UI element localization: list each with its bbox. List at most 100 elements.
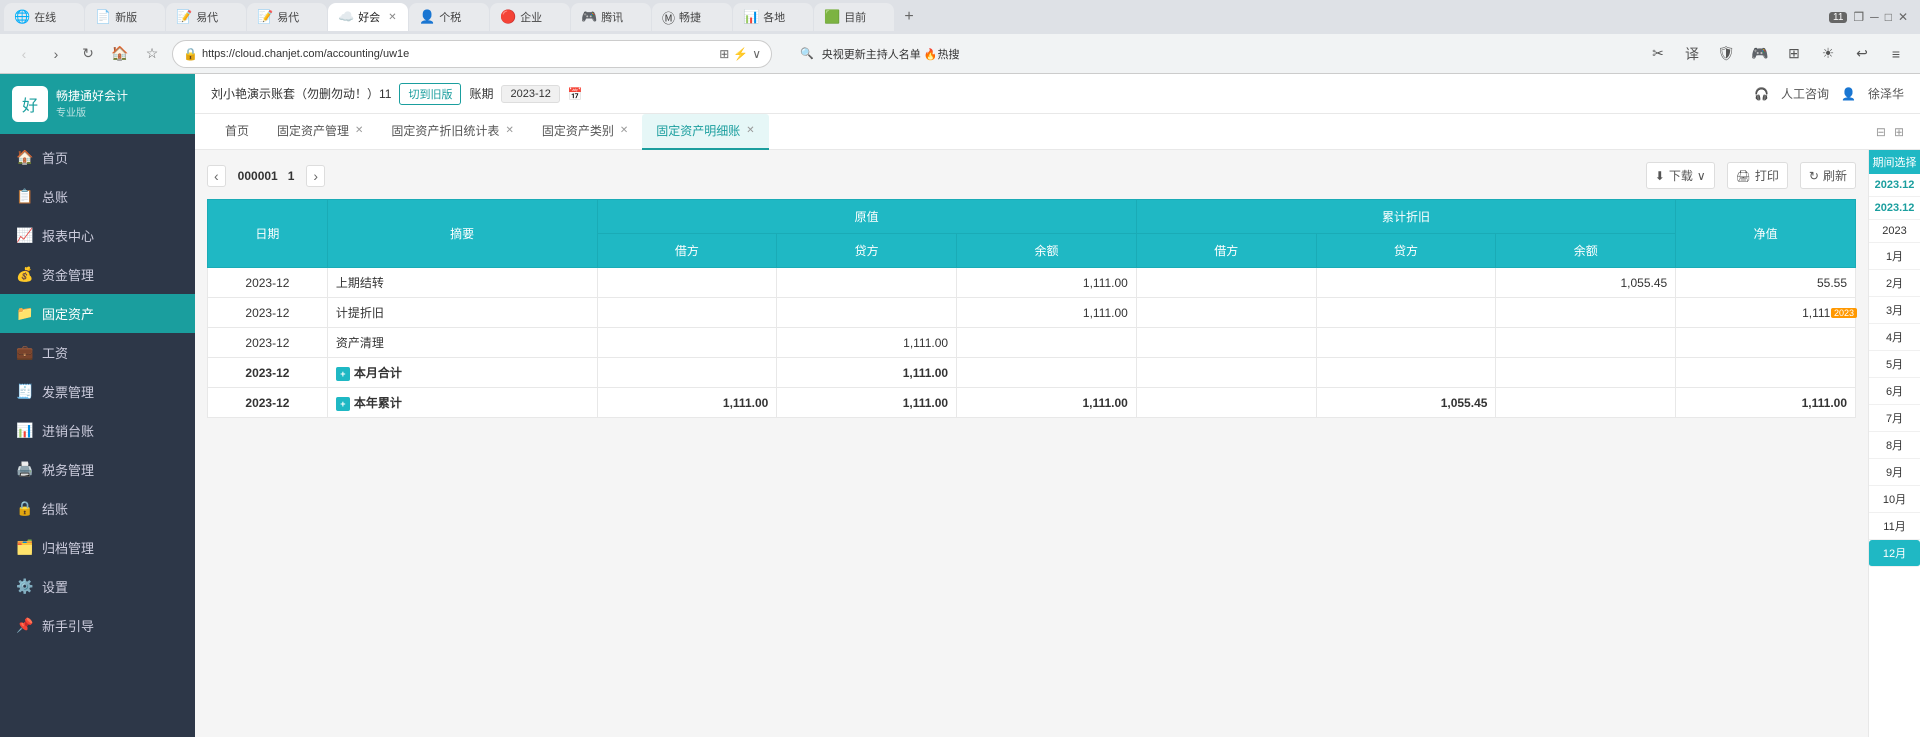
undo-icon[interactable]: ↩	[1850, 42, 1874, 66]
translate-icon[interactable]: 译	[1680, 42, 1704, 66]
scissors-icon[interactable]: ✂	[1646, 42, 1670, 66]
sidebar-item-guide[interactable]: 📌 新手引导	[0, 606, 195, 645]
browser-tab-gedi[interactable]: 📊 各地	[733, 3, 813, 31]
sidebar-item-home[interactable]: 🏠 首页	[0, 138, 195, 177]
grid-icon[interactable]: ⊞	[1782, 42, 1806, 66]
tab-asset-category[interactable]: 固定资产类别 ✕	[528, 114, 642, 150]
cell-orig-balance-2: 1,111.00	[957, 298, 1137, 328]
toolbar-right: ✂ 译 🛡 🎮 ⊞ ☀ ↩ ≡	[1646, 42, 1908, 66]
browser-tab-tencent[interactable]: 🎮 腾讯	[571, 3, 651, 31]
period-month-1[interactable]: 1月	[1869, 243, 1920, 270]
browser-tab-haohui[interactable]: ☁️ 好会 ✕	[328, 3, 408, 31]
period-month-6[interactable]: 6月	[1869, 378, 1920, 405]
maximize-btn[interactable]: □	[1885, 10, 1892, 24]
period-month-3[interactable]: 3月	[1869, 297, 1920, 324]
support-label[interactable]: 人工咨询	[1781, 85, 1829, 102]
period-selected-1[interactable]: 2023.12	[1869, 174, 1920, 197]
shield-icon[interactable]: 🛡	[1714, 42, 1738, 66]
tab-fixed-assets-mgmt[interactable]: 固定资产管理 ✕	[263, 114, 377, 150]
period-panel: 期间选择 2023.12 2023.12 2023 1月 2月 3月 4月 5月…	[1868, 150, 1920, 737]
sidebar-item-fixed-assets[interactable]: 📁 固定资产	[0, 294, 195, 333]
sidebar-label-close-period: 结账	[42, 499, 68, 518]
print-btn[interactable]: 🖨 打印	[1727, 162, 1788, 189]
tab-close-asset-category[interactable]: ✕	[620, 125, 628, 136]
period-year[interactable]: 2023	[1869, 220, 1920, 243]
close-window-btn[interactable]: ✕	[1898, 10, 1908, 24]
next-page-btn[interactable]: ›	[306, 165, 325, 187]
cell-dep-debit-1	[1136, 268, 1316, 298]
sidebar-item-tax[interactable]: 🖨️ 税务管理	[0, 450, 195, 489]
brightness-icon[interactable]: ☀	[1816, 42, 1840, 66]
url-qr-icon[interactable]: ⊞	[719, 47, 729, 61]
download-btn[interactable]: ⬇ 下载 ∨	[1646, 162, 1715, 189]
refresh-btn[interactable]: ↻ 刷新	[1800, 162, 1856, 189]
url-chevron-icon[interactable]: ∨	[752, 47, 761, 61]
period-month-10[interactable]: 10月	[1869, 486, 1920, 513]
prev-page-btn[interactable]: ‹	[207, 165, 226, 187]
cell-orig-credit-2	[777, 298, 957, 328]
url-boost-icon[interactable]: ⚡	[733, 47, 748, 61]
restore-window-btn[interactable]: ❐	[1853, 10, 1864, 24]
sidebar-label-payroll: 工资	[42, 343, 68, 362]
sidebar-item-sales[interactable]: 📊 进销台账	[0, 411, 195, 450]
sidebar-item-payroll[interactable]: 💼 工资	[0, 333, 195, 372]
cell-dep-debit-3	[1136, 328, 1316, 358]
forward-btn[interactable]: ›	[44, 42, 68, 66]
switch-version-btn[interactable]: 切到旧版	[399, 83, 461, 105]
browser-tab-new[interactable]: 📄 新版	[85, 3, 165, 31]
tab-close-fixed-assets-mgmt[interactable]: ✕	[355, 125, 363, 136]
tab-close-depreciation-stats[interactable]: ✕	[505, 125, 513, 136]
tab-home[interactable]: 首页	[211, 114, 263, 150]
period-month-9[interactable]: 9月	[1869, 459, 1920, 486]
cell-dep-debit-5	[1136, 388, 1316, 418]
tab-depreciation-stats[interactable]: 固定资产折旧统计表 ✕	[377, 114, 527, 150]
period-month-5[interactable]: 5月	[1869, 351, 1920, 378]
browser-tab-geshui[interactable]: 👤 个税	[409, 3, 489, 31]
report-icon: 📈	[16, 227, 34, 245]
sidebar-item-close-period[interactable]: 🔒 结账	[0, 489, 195, 528]
sidebar-item-reports[interactable]: 📈 报表中心	[0, 216, 195, 255]
sidebar-item-funds[interactable]: 💰 资金管理	[0, 255, 195, 294]
calendar-icon[interactable]: 📅	[568, 87, 583, 101]
archive-icon: 🗂️	[16, 539, 34, 557]
bookmark-btn[interactable]: ☆	[140, 42, 164, 66]
ledger-toolbar: ‹ 000001 1 › ⬇ 下载 ∨	[207, 162, 1856, 189]
period-month-8[interactable]: 8月	[1869, 432, 1920, 459]
new-tab-button[interactable]: +	[895, 3, 923, 31]
browser-tab-changjie[interactable]: Ⓜ 畅捷	[652, 3, 732, 31]
sidebar-item-general-ledger[interactable]: 📋 总账	[0, 177, 195, 216]
browser-tab-yidai1[interactable]: 📝 易代	[166, 3, 246, 31]
period-month-11[interactable]: 11月	[1869, 513, 1920, 540]
cell-dep-balance-3	[1496, 328, 1676, 358]
period-month-12[interactable]: 12月	[1869, 540, 1920, 567]
ledger-code: 000001 1	[232, 167, 301, 185]
url-input[interactable]: 🔒 https://cloud.chanjet.com/accounting/u…	[172, 40, 772, 68]
minimize-btn[interactable]: ─	[1870, 10, 1879, 24]
sidebar-item-settings[interactable]: ⚙️ 设置	[0, 567, 195, 606]
tab-expand-btn[interactable]: ⊞	[1894, 125, 1904, 139]
period-value: 2023-12	[501, 85, 559, 103]
sidebar-item-archive[interactable]: 🗂️ 归档管理	[0, 528, 195, 567]
reload-btn[interactable]: ↻	[76, 42, 100, 66]
tab-count-badge: 11	[1829, 12, 1847, 23]
sidebar-item-invoice[interactable]: 🧾 发票管理	[0, 372, 195, 411]
browser-tab-mubiao[interactable]: 🟩 目前	[814, 3, 894, 31]
period-selected-2[interactable]: 2023.12	[1869, 197, 1920, 220]
period-month-4[interactable]: 4月	[1869, 324, 1920, 351]
period-month-7[interactable]: 7月	[1869, 405, 1920, 432]
tab-close-asset-detail-ledger[interactable]: ✕	[746, 125, 754, 136]
browser-tab-online[interactable]: 🌐 在线	[4, 3, 84, 31]
home-btn[interactable]: 🏠	[108, 42, 132, 66]
tab-restore-btn[interactable]: ⊟	[1876, 125, 1886, 139]
cell-date-4: 2023-12	[208, 358, 328, 388]
period-month-2[interactable]: 2月	[1869, 270, 1920, 297]
gamepad-icon[interactable]: 🎮	[1748, 42, 1772, 66]
menu-icon[interactable]: ≡	[1884, 42, 1908, 66]
tab-asset-detail-ledger[interactable]: 固定资产明细账 ✕	[642, 114, 768, 150]
browser-tab-enterprise[interactable]: 🔴 企业	[490, 3, 570, 31]
download-chevron: ∨	[1697, 169, 1706, 183]
back-btn[interactable]: ‹	[12, 42, 36, 66]
browser-tab-close[interactable]: ✕	[388, 12, 396, 23]
browser-tab-yidai2[interactable]: 📝 易代	[247, 3, 327, 31]
assets-icon: 📁	[16, 305, 34, 323]
